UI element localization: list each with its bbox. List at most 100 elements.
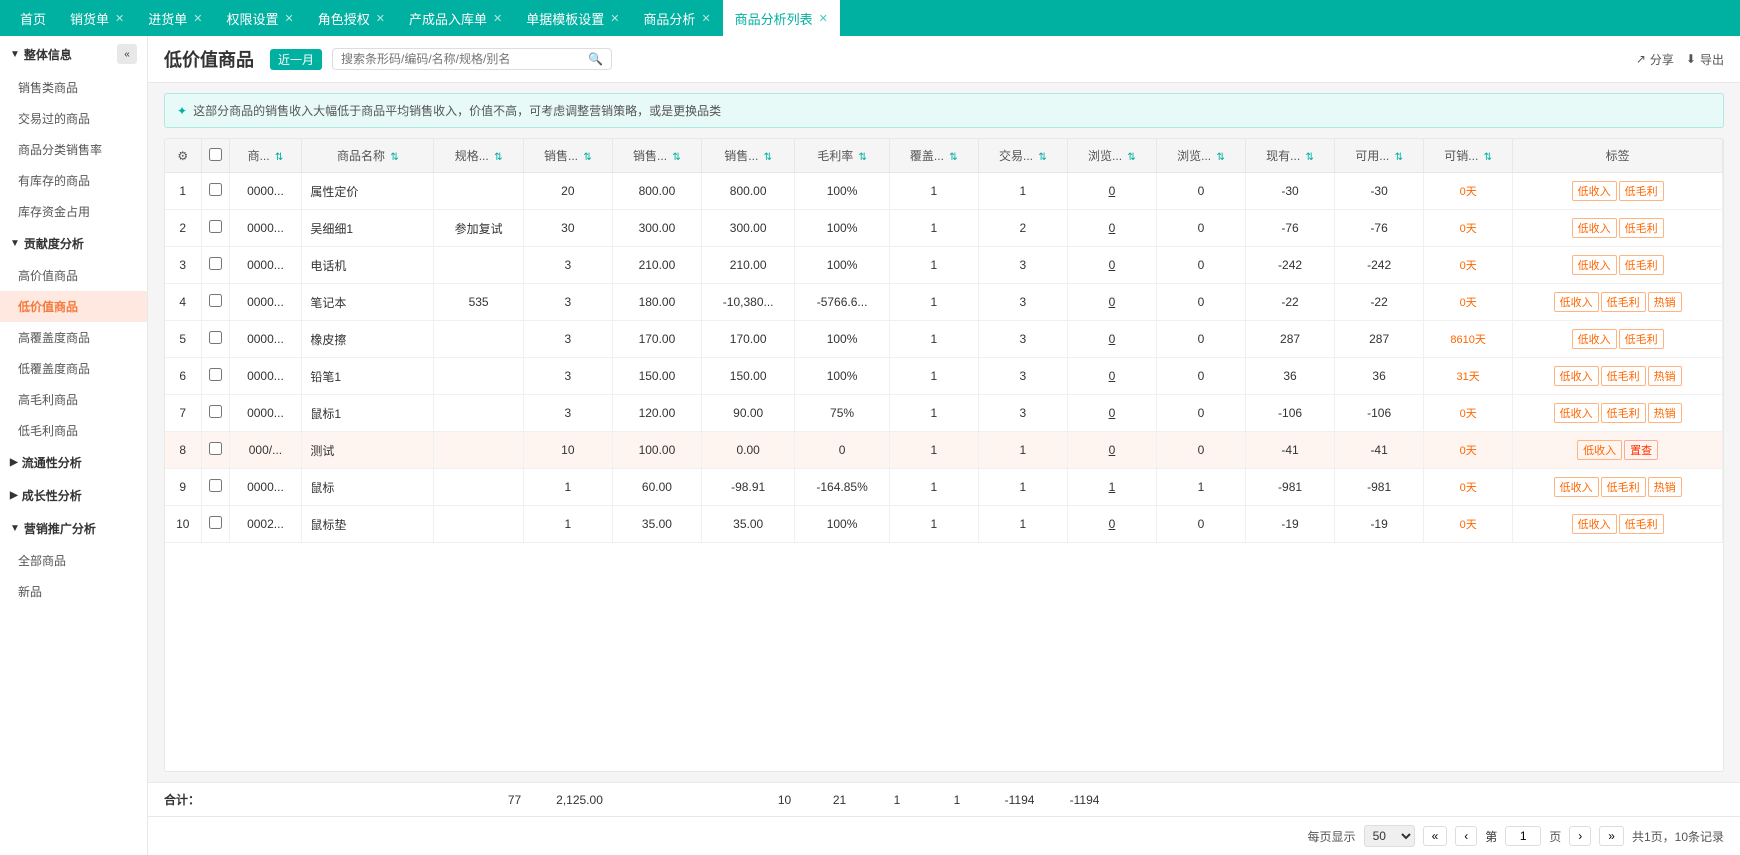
sidebar-group-overview[interactable]: ▼ 整体信息 [10, 46, 117, 63]
views-link[interactable]: 0 [1109, 221, 1116, 235]
td-stock-sellable: 0天 [1424, 284, 1513, 321]
sidebar-item-sales-goods[interactable]: 销售类商品 [0, 72, 147, 103]
th-trade[interactable]: 交易... ⇅ [978, 139, 1067, 173]
row-checkbox[interactable] [209, 257, 222, 270]
page-size-select[interactable]: 50 100 [1364, 825, 1415, 847]
th-stock-available[interactable]: 可用... ⇅ [1335, 139, 1424, 173]
td-trade: 1 [978, 432, 1067, 469]
sidebar-item-low-margin[interactable]: 低毛利商品 [0, 415, 147, 446]
th-stock-sellable[interactable]: 可销... ⇅ [1424, 139, 1513, 173]
th-views1[interactable]: 浏览... ⇅ [1067, 139, 1156, 173]
views-link[interactable]: 0 [1109, 295, 1116, 309]
sidebar-item-new-goods[interactable]: 新品 [0, 576, 147, 607]
td-sales-price: 120.00 [612, 395, 701, 432]
th-settings[interactable]: ⚙ [165, 139, 201, 173]
views-link[interactable]: 0 [1109, 184, 1116, 198]
sidebar-item-capital[interactable]: 库存资金占用 [0, 196, 147, 227]
row-checkbox[interactable] [209, 183, 222, 196]
prev-page-btn[interactable]: ‹ [1455, 826, 1477, 846]
th-coverage[interactable]: 覆盖... ⇅ [889, 139, 978, 173]
current-page-input[interactable] [1505, 826, 1541, 846]
nav-role[interactable]: 角色授权 ✕ [306, 0, 397, 36]
th-stock-current[interactable]: 现有... ⇅ [1246, 139, 1335, 173]
close-product-icon[interactable]: ✕ [493, 12, 502, 25]
close-sales-icon[interactable]: ✕ [115, 12, 124, 25]
nav-product-entry[interactable]: 产成品入库单 ✕ [397, 0, 514, 36]
sidebar-group-contribution[interactable]: ▼ 贡献度分析 [0, 227, 147, 260]
th-margin[interactable]: 毛利率 ⇅ [795, 139, 889, 173]
row-checkbox[interactable] [209, 220, 222, 233]
nav-purchase[interactable]: 进货单 ✕ [136, 0, 214, 36]
views-link[interactable]: 1 [1109, 480, 1116, 494]
time-badge[interactable]: 近一月 [270, 49, 322, 70]
next-page-btn[interactable]: › [1569, 826, 1591, 846]
nav-sales[interactable]: 销货单 ✕ [58, 0, 136, 36]
td-sales-amount: -10,380... [701, 284, 794, 321]
nav-goods-analysis[interactable]: 商品分析 ✕ [631, 0, 722, 36]
views-link[interactable]: 0 [1109, 332, 1116, 346]
nav-permission[interactable]: 权限设置 ✕ [214, 0, 305, 36]
th-spec[interactable]: 规格... ⇅ [434, 139, 523, 173]
close-analysis-icon[interactable]: ✕ [701, 12, 710, 25]
tag-低收入: 低收入 [1572, 329, 1617, 349]
th-sales-price[interactable]: 销售... ⇅ [612, 139, 701, 173]
th-sales-amount[interactable]: 销售... ⇅ [701, 139, 794, 173]
sidebar-item-high-coverage[interactable]: 高覆盖度商品 [0, 322, 147, 353]
sidebar-item-high-margin[interactable]: 高毛利商品 [0, 384, 147, 415]
tag-低毛利: 低毛利 [1619, 181, 1664, 201]
sidebar-group-flow[interactable]: ▶ 流通性分析 [0, 446, 147, 479]
search-input[interactable] [341, 52, 584, 66]
row-checkbox[interactable] [209, 479, 222, 492]
close-permission-icon[interactable]: ✕ [285, 12, 294, 25]
main-layout: ▼ 整体信息 « 销售类商品 交易过的商品 商品分类销售率 有库存的商品 库存资… [0, 36, 1740, 855]
close-role-icon[interactable]: ✕ [376, 12, 385, 25]
sidebar-item-traded-goods[interactable]: 交易过的商品 [0, 103, 147, 134]
sidebar-group-marketing[interactable]: ▼ 营销推广分析 [0, 512, 147, 545]
sidebar-item-low-coverage[interactable]: 低覆盖度商品 [0, 353, 147, 384]
td-coverage: 1 [889, 469, 978, 506]
close-template-icon[interactable]: ✕ [610, 12, 619, 25]
nav-home[interactable]: 首页 [8, 0, 58, 36]
sidebar-item-all-goods[interactable]: 全部商品 [0, 545, 147, 576]
search-icon[interactable]: 🔍 [588, 52, 603, 66]
first-page-btn[interactable]: « [1423, 826, 1448, 846]
th-name[interactable]: 商品名称 ⇅ [302, 139, 434, 173]
views-link[interactable]: 0 [1109, 517, 1116, 531]
row-checkbox[interactable] [209, 331, 222, 344]
share-button[interactable]: ↗ 分享 [1636, 51, 1674, 68]
th-sales-qty[interactable]: 销售... ⇅ [523, 139, 612, 173]
views-link[interactable]: 0 [1109, 258, 1116, 272]
row-checkbox[interactable] [209, 368, 222, 381]
nav-goods-list[interactable]: 商品分析列表 ✕ [723, 0, 840, 36]
row-checkbox[interactable] [209, 516, 222, 529]
views-link[interactable]: 0 [1109, 369, 1116, 383]
sidebar-item-low-value[interactable]: 低价值商品 [0, 291, 147, 322]
td-sales-price: 300.00 [612, 210, 701, 247]
last-page-btn[interactable]: » [1599, 826, 1624, 846]
td-views2: 0 [1156, 284, 1245, 321]
sidebar-item-high-value[interactable]: 高价值商品 [0, 260, 147, 291]
row-checkbox[interactable] [209, 442, 222, 455]
tag-低收入: 低收入 [1572, 514, 1617, 534]
row-checkbox[interactable] [209, 405, 222, 418]
sidebar-item-category-rate[interactable]: 商品分类销售率 [0, 134, 147, 165]
close-list-icon[interactable]: ✕ [819, 12, 828, 25]
table-total-row: 合计： 77 2,125.00 10 21 1 1 -1194 -1194 [148, 782, 1740, 816]
table-row: 9 0000... 鼠标 1 60.00 -98.91 -164.85% 1 1… [165, 469, 1723, 506]
nav-template[interactable]: 单据模板设置 ✕ [514, 0, 631, 36]
total-sales-price: 2,125.00 [542, 793, 617, 807]
td-spec: 535 [434, 284, 523, 321]
th-code[interactable]: 商... ⇅ [229, 139, 302, 173]
sidebar-item-stock-goods[interactable]: 有库存的商品 [0, 165, 147, 196]
sidebar-group-growth[interactable]: ▶ 成长性分析 [0, 479, 147, 512]
tag-低毛利: 低毛利 [1619, 255, 1664, 275]
th-views2[interactable]: 浏览... ⇅ [1156, 139, 1245, 173]
views-link[interactable]: 0 [1109, 443, 1116, 457]
select-all-checkbox[interactable] [209, 148, 222, 161]
sidebar-collapse-btn[interactable]: « [117, 44, 137, 64]
views-link[interactable]: 0 [1109, 406, 1116, 420]
td-views1: 0 [1067, 173, 1156, 210]
export-button[interactable]: ⬇ 导出 [1686, 51, 1724, 68]
close-purchase-icon[interactable]: ✕ [193, 12, 202, 25]
row-checkbox[interactable] [209, 294, 222, 307]
